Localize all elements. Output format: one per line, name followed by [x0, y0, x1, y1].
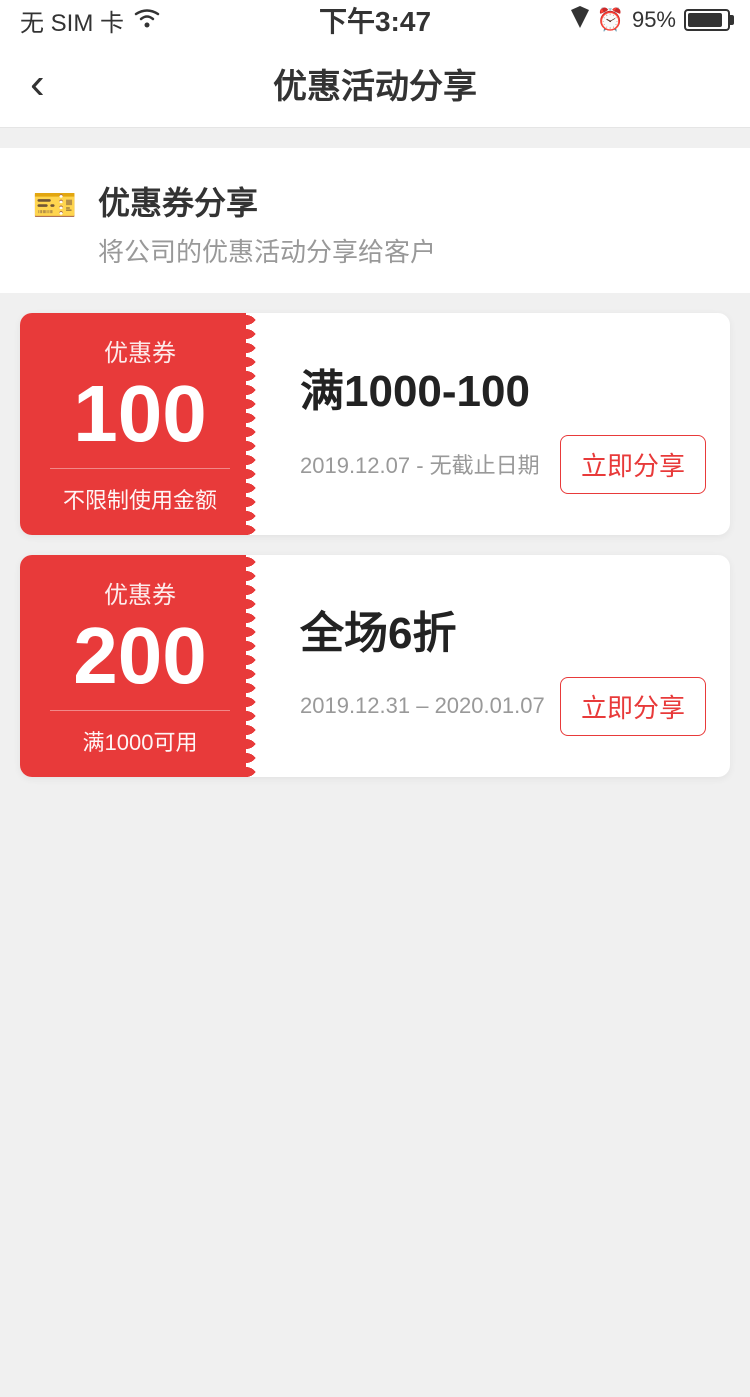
coupon-date-1: 2019.12.07 - 无截止日期 [300, 448, 550, 480]
alarm-icon: ⏰ [597, 7, 624, 33]
coupon-amount-2: 200 [73, 616, 206, 696]
coupon-left-2: 优惠券 200 满1000可用 [20, 555, 260, 777]
status-left: 无 SIM 卡 [20, 3, 162, 38]
coupon-name-2: 全场6折 [300, 597, 706, 661]
status-time: 下午3:47 [319, 0, 431, 40]
coupon-list: 优惠券 100 不限制使用金额 满1000-100 2019.12.07 - 无… [0, 293, 750, 797]
coupon-icon: 🎫 [33, 184, 78, 226]
status-bar: 无 SIM 卡 下午3:47 ⏰ 95% [0, 0, 750, 40]
section-icon: 🎫 [30, 180, 80, 230]
share-button-2[interactable]: 立即分享 [560, 677, 706, 736]
carrier-text: 无 SIM 卡 [20, 3, 124, 38]
section-header: 🎫 优惠券分享 将公司的优惠活动分享给客户 [0, 148, 750, 293]
coupon-label-1: 优惠券 [104, 333, 176, 368]
coupon-card-1: 优惠券 100 不限制使用金额 满1000-100 2019.12.07 - 无… [20, 313, 730, 535]
coupon-divider-2 [50, 710, 230, 711]
page-background [0, 797, 750, 1397]
location-icon [571, 6, 589, 34]
share-button-1[interactable]: 立即分享 [560, 435, 706, 494]
battery-percent: 95% [632, 7, 676, 33]
coupon-name-1: 满1000-100 [300, 355, 706, 419]
wifi-icon [132, 6, 162, 35]
coupon-meta-2: 2019.12.31 – 2020.01.07 立即分享 [300, 677, 706, 736]
coupon-card-2: 优惠券 200 满1000可用 全场6折 2019.12.31 – 2020.0… [20, 555, 730, 777]
coupon-condition-1: 不限制使用金额 [63, 483, 217, 515]
back-icon: ‹ [30, 59, 45, 109]
coupon-amount-1: 100 [73, 374, 206, 454]
status-right: ⏰ 95% [571, 6, 730, 34]
coupon-condition-2: 满1000可用 [83, 725, 198, 757]
section-title: 优惠券分享 [98, 178, 436, 224]
coupon-right-1: 满1000-100 2019.12.07 - 无截止日期 立即分享 [260, 313, 730, 535]
section-text: 优惠券分享 将公司的优惠活动分享给客户 [98, 178, 436, 269]
coupon-divider-1 [50, 468, 230, 469]
section-subtitle: 将公司的优惠活动分享给客户 [98, 232, 436, 269]
nav-bar: ‹ 优惠活动分享 [0, 40, 750, 128]
coupon-label-2: 优惠券 [104, 575, 176, 610]
nav-title: 优惠活动分享 [273, 59, 477, 108]
coupon-meta-1: 2019.12.07 - 无截止日期 立即分享 [300, 435, 706, 494]
back-button[interactable]: ‹ [30, 59, 45, 109]
coupon-right-2: 全场6折 2019.12.31 – 2020.01.07 立即分享 [260, 555, 730, 777]
battery-icon [684, 9, 730, 31]
coupon-date-2: 2019.12.31 – 2020.01.07 [300, 693, 550, 719]
coupon-left-1: 优惠券 100 不限制使用金额 [20, 313, 260, 535]
